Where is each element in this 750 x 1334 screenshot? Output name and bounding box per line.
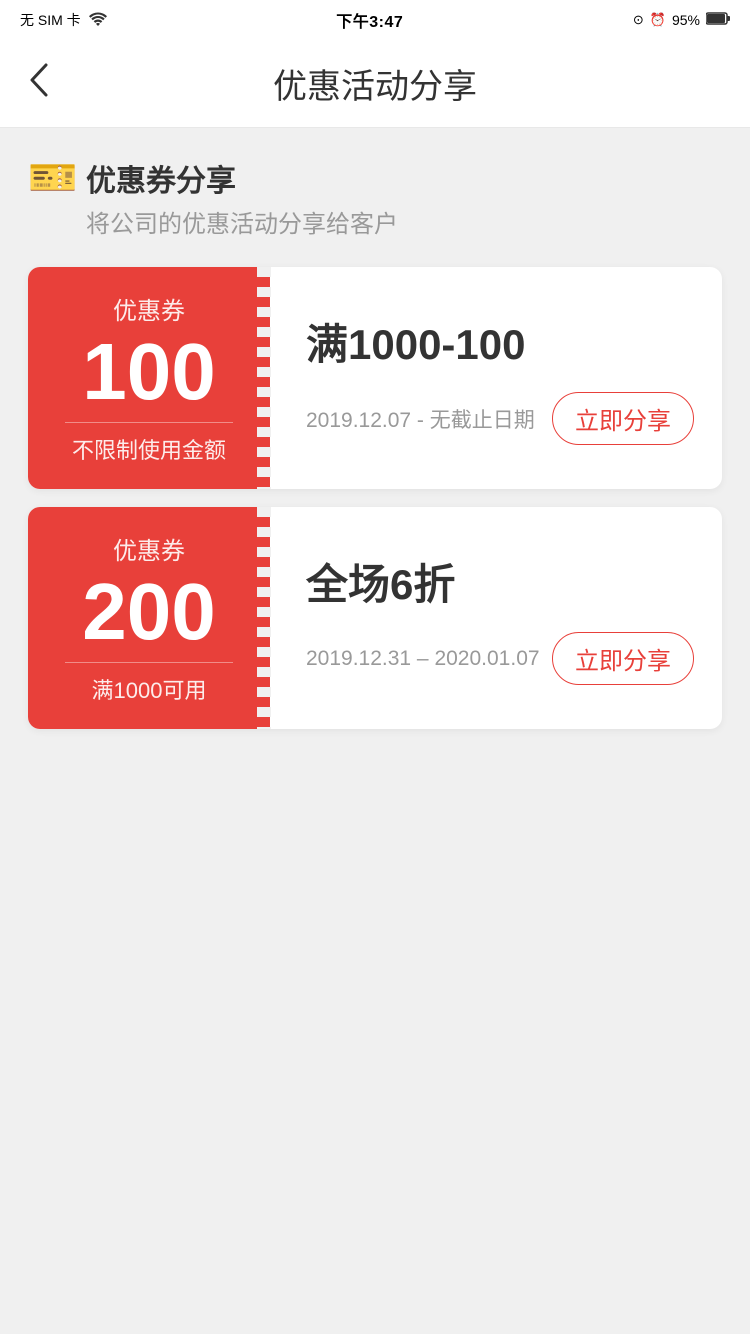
status-left: 无 SIM 卡 (20, 10, 107, 30)
coupon-title-1: 满1000-100 (306, 311, 694, 372)
section-subtext: 将公司的优惠活动分享给客户 (86, 204, 398, 239)
coupon-date-1: 2019.12.07 - 无截止日期 (306, 404, 535, 434)
coupon-card-1: 优惠券 100 不限制使用金额 满1000-100 2019.12.07 - 无… (28, 267, 722, 489)
coupon-card-2: 优惠券 200 满1000可用 全场6折 2019.12.31 – 2020.0… (28, 507, 722, 729)
section-heading: 优惠券分享 (86, 156, 398, 200)
alarm-icon: ⏰ (650, 12, 666, 28)
coupon-amount-2: 200 (82, 572, 215, 652)
coupon-label-2: 优惠券 (113, 531, 185, 566)
status-bar: 无 SIM 卡 下午3:47 ⊙ ⏰ 95% (0, 0, 750, 40)
coupon-meta-1: 2019.12.07 - 无截止日期 立即分享 (306, 392, 694, 445)
section-text-block: 优惠券分享 将公司的优惠活动分享给客户 (86, 156, 398, 239)
coupon-title-2: 全场6折 (306, 551, 694, 612)
coupon-section-icon: 🎫 (28, 156, 72, 200)
coupon-condition-2: 满1000可用 (92, 673, 207, 705)
coupon-label-1: 优惠券 (113, 291, 185, 326)
carrier-text: 无 SIM 卡 (20, 10, 81, 30)
coupon-right-1: 满1000-100 2019.12.07 - 无截止日期 立即分享 (270, 267, 722, 489)
status-right: ⊙ ⏰ 95% (633, 12, 730, 28)
coupon-left-1: 优惠券 100 不限制使用金额 (28, 267, 270, 489)
battery-text: 95% (672, 12, 700, 28)
coupon-divider-1 (65, 422, 233, 423)
coupon-right-2: 全场6折 2019.12.31 – 2020.01.07 立即分享 (270, 507, 722, 729)
share-button-2[interactable]: 立即分享 (552, 632, 694, 685)
battery-icon (706, 12, 730, 28)
nav-bar: 优惠活动分享 (0, 40, 750, 128)
coupon-condition-1: 不限制使用金额 (72, 433, 226, 465)
coupon-date-2: 2019.12.31 – 2020.01.07 (306, 647, 540, 671)
share-button-1[interactable]: 立即分享 (552, 392, 694, 445)
bottom-area (0, 757, 750, 1317)
location-icon: ⊙ (633, 12, 644, 28)
coupon-left-2: 优惠券 200 满1000可用 (28, 507, 270, 729)
section-header: 🎫 优惠券分享 将公司的优惠活动分享给客户 (0, 128, 750, 253)
coupon-meta-2: 2019.12.31 – 2020.01.07 立即分享 (306, 632, 694, 685)
back-button[interactable] (28, 61, 50, 106)
page-title: 优惠活动分享 (273, 59, 477, 108)
coupon-divider-2 (65, 662, 233, 663)
wifi-icon (89, 12, 107, 29)
coupon-amount-1: 100 (82, 332, 215, 412)
time-display: 下午3:47 (336, 8, 403, 32)
coupon-list: 优惠券 100 不限制使用金额 满1000-100 2019.12.07 - 无… (0, 253, 750, 757)
